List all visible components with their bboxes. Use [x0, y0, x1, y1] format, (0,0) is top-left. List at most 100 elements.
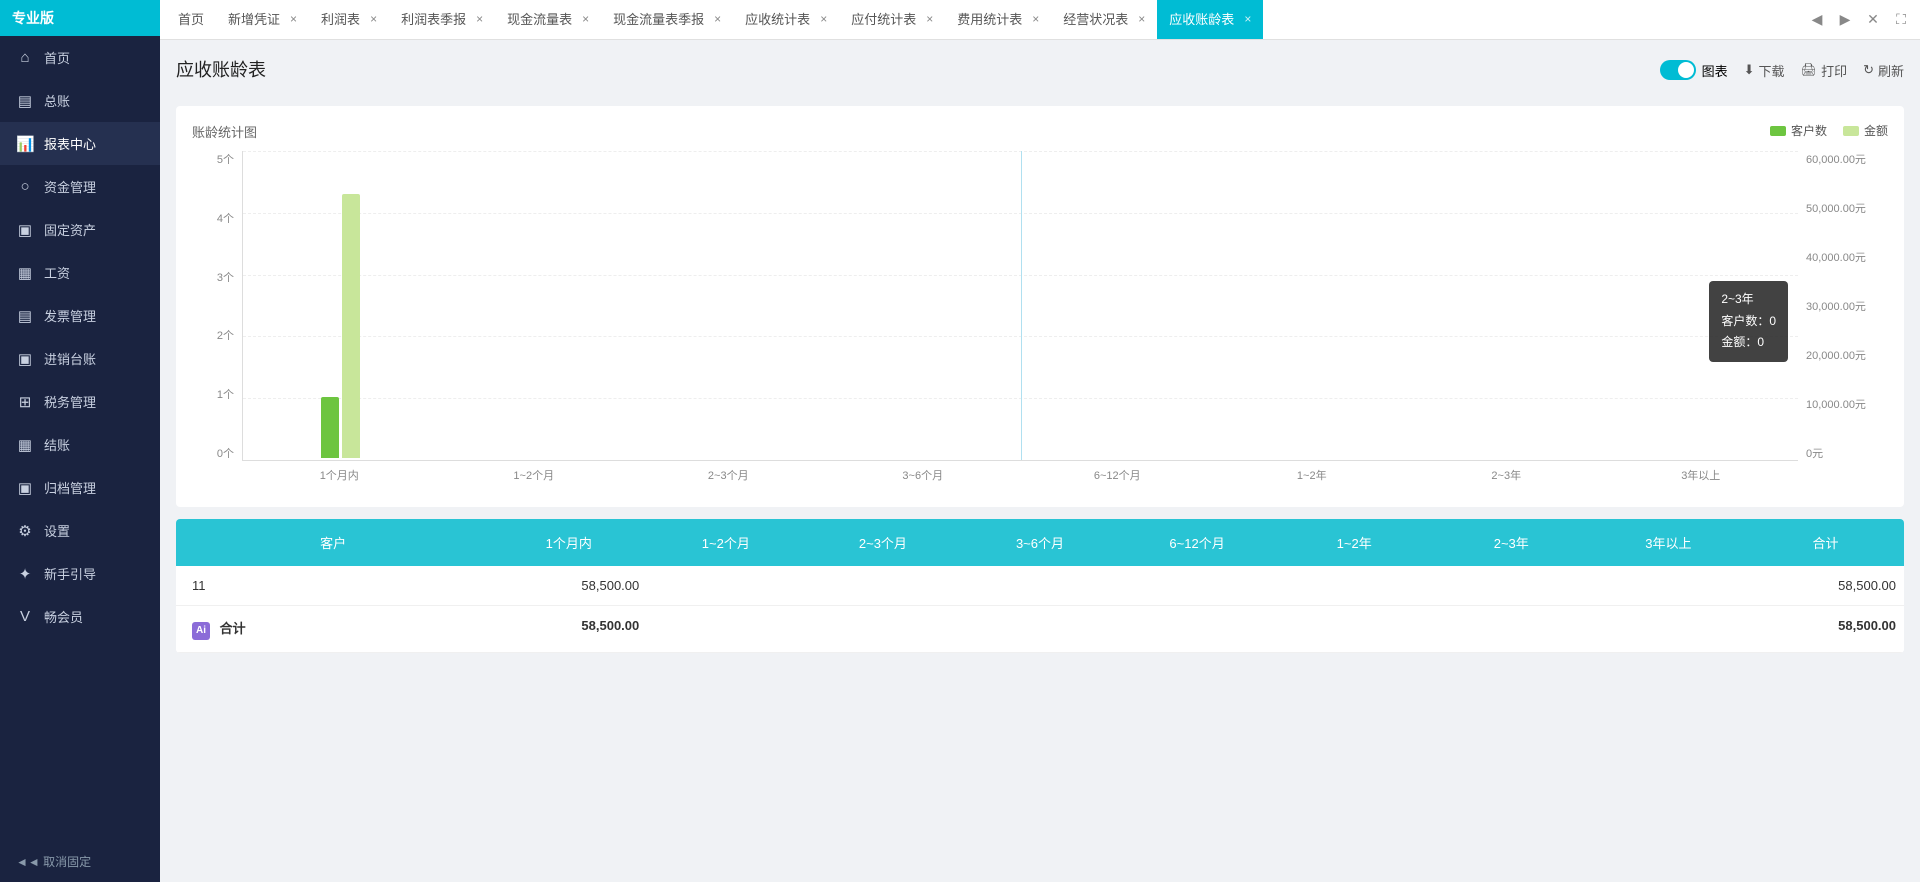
sidebar-item-archive[interactable]: ▣ 归档管理 — [0, 466, 160, 509]
sidebar-item-ledger[interactable]: ▤ 总账 — [0, 79, 160, 122]
tab-home-label: 首页 — [178, 9, 204, 28]
sidebar-item-label: 固定资产 — [44, 220, 96, 239]
tab-close-all-button[interactable]: ✕ — [1860, 7, 1886, 33]
sidebar-item-tax[interactable]: ⊞ 税务管理 — [0, 380, 160, 423]
gear-icon: ⚙ — [16, 522, 34, 540]
tab-voucher-close[interactable]: × — [290, 12, 297, 26]
sidebar-item-label: 总账 — [44, 91, 70, 110]
print-button[interactable]: 🖨 打印 — [1801, 61, 1848, 80]
y-right-label-7: 0元 — [1806, 445, 1823, 461]
td-y3plus — [1590, 566, 1747, 605]
tab-ap-stats-label: 应付统计表 — [851, 9, 916, 28]
td-customer: 11 — [176, 566, 490, 605]
y-label-4: 4个 — [217, 210, 234, 226]
tab-cashflow-quarter-close[interactable]: × — [714, 12, 721, 26]
download-button[interactable]: ⬇ 下载 — [1744, 61, 1785, 80]
toggle-thumb — [1678, 62, 1694, 78]
th-customer: 客户 — [176, 519, 490, 566]
y-right-label-2: 50,000.00元 — [1806, 200, 1866, 216]
td-m1-2 — [647, 566, 804, 605]
sidebar-item-assets[interactable]: ▣ 固定资产 — [0, 208, 160, 251]
tab-profit-close[interactable]: × — [370, 12, 377, 26]
td-total: 58,500.00 — [1747, 566, 1904, 605]
sidebar-item-guide[interactable]: ✦ 新手引导 — [0, 552, 160, 595]
sidebar-item-home[interactable]: ⌂ 首页 — [0, 36, 160, 79]
y-right-label-5: 20,000.00元 — [1806, 347, 1866, 363]
legend-customer-color — [1770, 126, 1786, 136]
close-account-icon: ▦ — [16, 436, 34, 454]
tab-ap-stats[interactable]: 应付统计表 × — [839, 0, 945, 40]
x-label-8: 3年以上 — [1604, 467, 1799, 483]
tab-expense-stats[interactable]: 费用统计表 × — [945, 0, 1051, 40]
tab-ar-aging-label: 应收账龄表 — [1169, 9, 1234, 28]
tab-profit-quarter-close[interactable]: × — [476, 12, 483, 26]
tab-ar-stats-close[interactable]: × — [820, 12, 827, 26]
tab-cashflow-label: 现金流量表 — [507, 9, 572, 28]
sidebar-item-funds[interactable]: ○ 资金管理 — [0, 165, 160, 208]
tab-ar-aging[interactable]: 应收账龄表 × — [1157, 0, 1263, 40]
tab-prev-button[interactable]: ◀ — [1804, 7, 1830, 33]
td-m1: 58,500.00 — [490, 566, 647, 605]
tab-next-button[interactable]: ▶ — [1832, 7, 1858, 33]
td-y2-3 — [1433, 566, 1590, 605]
sidebar-item-label: 税务管理 — [44, 392, 96, 411]
tab-bar: 首页 新增凭证 × 利润表 × 利润表季报 × 现金流量表 × 现金流量表季报 … — [160, 0, 1920, 40]
bar-col-6 — [1215, 151, 1409, 460]
tab-business-status[interactable]: 经营状况表 × — [1051, 0, 1157, 40]
tab-ar-stats[interactable]: 应收统计表 × — [733, 0, 839, 40]
td-m3-6 — [961, 566, 1118, 605]
x-label-7: 2~3年 — [1409, 467, 1604, 483]
tax-icon: ⊞ — [16, 393, 34, 411]
tab-ar-aging-close[interactable]: × — [1244, 12, 1251, 26]
sidebar-item-invoice[interactable]: ▤ 发票管理 — [0, 294, 160, 337]
tab-profit-quarter[interactable]: 利润表季报 × — [389, 0, 495, 40]
refresh-button[interactable]: ↻ 刷新 — [1863, 61, 1904, 80]
tab-cashflow-quarter-label: 现金流量表季报 — [613, 9, 704, 28]
td-m6-12 — [1119, 566, 1276, 605]
sidebar-item-sales[interactable]: ▣ 进销台账 — [0, 337, 160, 380]
tab-expand-button[interactable]: ⛶ — [1888, 7, 1914, 33]
unpin-sidebar-button[interactable]: ◄◄ 取消固定 — [0, 841, 160, 882]
sidebar-item-member[interactable]: V 畅会员 — [0, 595, 160, 638]
tab-cashflow-quarter[interactable]: 现金流量表季报 × — [601, 0, 733, 40]
sidebar-item-label: 畅会员 — [44, 607, 83, 626]
summary-icon: Ai — [192, 622, 210, 640]
summary-y3plus — [1590, 606, 1747, 652]
tab-cashflow[interactable]: 现金流量表 × — [495, 0, 601, 40]
th-m2-3: 2~3个月 — [804, 519, 961, 566]
tab-business-status-close[interactable]: × — [1138, 12, 1145, 26]
tab-ap-stats-close[interactable]: × — [926, 12, 933, 26]
toggle-track[interactable] — [1660, 60, 1696, 80]
sidebar-item-label: 工资 — [44, 263, 70, 282]
y-right-label-1: 60,000.00元 — [1806, 151, 1866, 167]
summary-y2-3 — [1433, 606, 1590, 652]
sidebar-item-close[interactable]: ▦ 结账 — [0, 423, 160, 466]
tab-profit-quarter-label: 利润表季报 — [401, 9, 466, 28]
tab-cashflow-close[interactable]: × — [582, 12, 589, 26]
sidebar-item-label: 结账 — [44, 435, 70, 454]
th-m3-6: 3~6个月 — [961, 519, 1118, 566]
sidebar-item-settings[interactable]: ⚙ 设置 — [0, 509, 160, 552]
legend-amount-label: 金额 — [1864, 122, 1888, 139]
y-right-label-3: 40,000.00元 — [1806, 249, 1866, 265]
chart-plot — [242, 151, 1798, 461]
sidebar-item-reports[interactable]: 📊 报表中心 — [0, 122, 160, 165]
summary-m6-12 — [1119, 606, 1276, 652]
chart-container: 账龄统计图 客户数 金额 5个 4个 3个 2个 1个 — [176, 106, 1904, 507]
tab-profit[interactable]: 利润表 × — [309, 0, 389, 40]
tab-navigation: ◀ ▶ ✕ ⛶ — [1804, 7, 1914, 33]
tab-expense-stats-close[interactable]: × — [1032, 12, 1039, 26]
td-m2-3 — [804, 566, 961, 605]
sidebar-item-salary[interactable]: ▦ 工资 — [0, 251, 160, 294]
sidebar-item-label: 资金管理 — [44, 177, 96, 196]
table-header: 客户 1个月内 1~2个月 2~3个月 3~6个月 6~12个月 1~2年 2~… — [176, 519, 1904, 566]
chart-toggle[interactable]: 图表 — [1660, 60, 1728, 80]
x-label-1: 1个月内 — [242, 467, 437, 483]
hover-line — [1021, 151, 1022, 460]
tab-voucher[interactable]: 新增凭证 × — [216, 0, 309, 40]
summary-label: Ai 合计 — [176, 606, 490, 652]
chart-title: 账龄统计图 — [192, 122, 1888, 141]
data-table: 客户 1个月内 1~2个月 2~3个月 3~6个月 6~12个月 1~2年 2~… — [176, 519, 1904, 653]
tab-home[interactable]: 首页 — [166, 0, 216, 40]
summary-m1-2 — [647, 606, 804, 652]
